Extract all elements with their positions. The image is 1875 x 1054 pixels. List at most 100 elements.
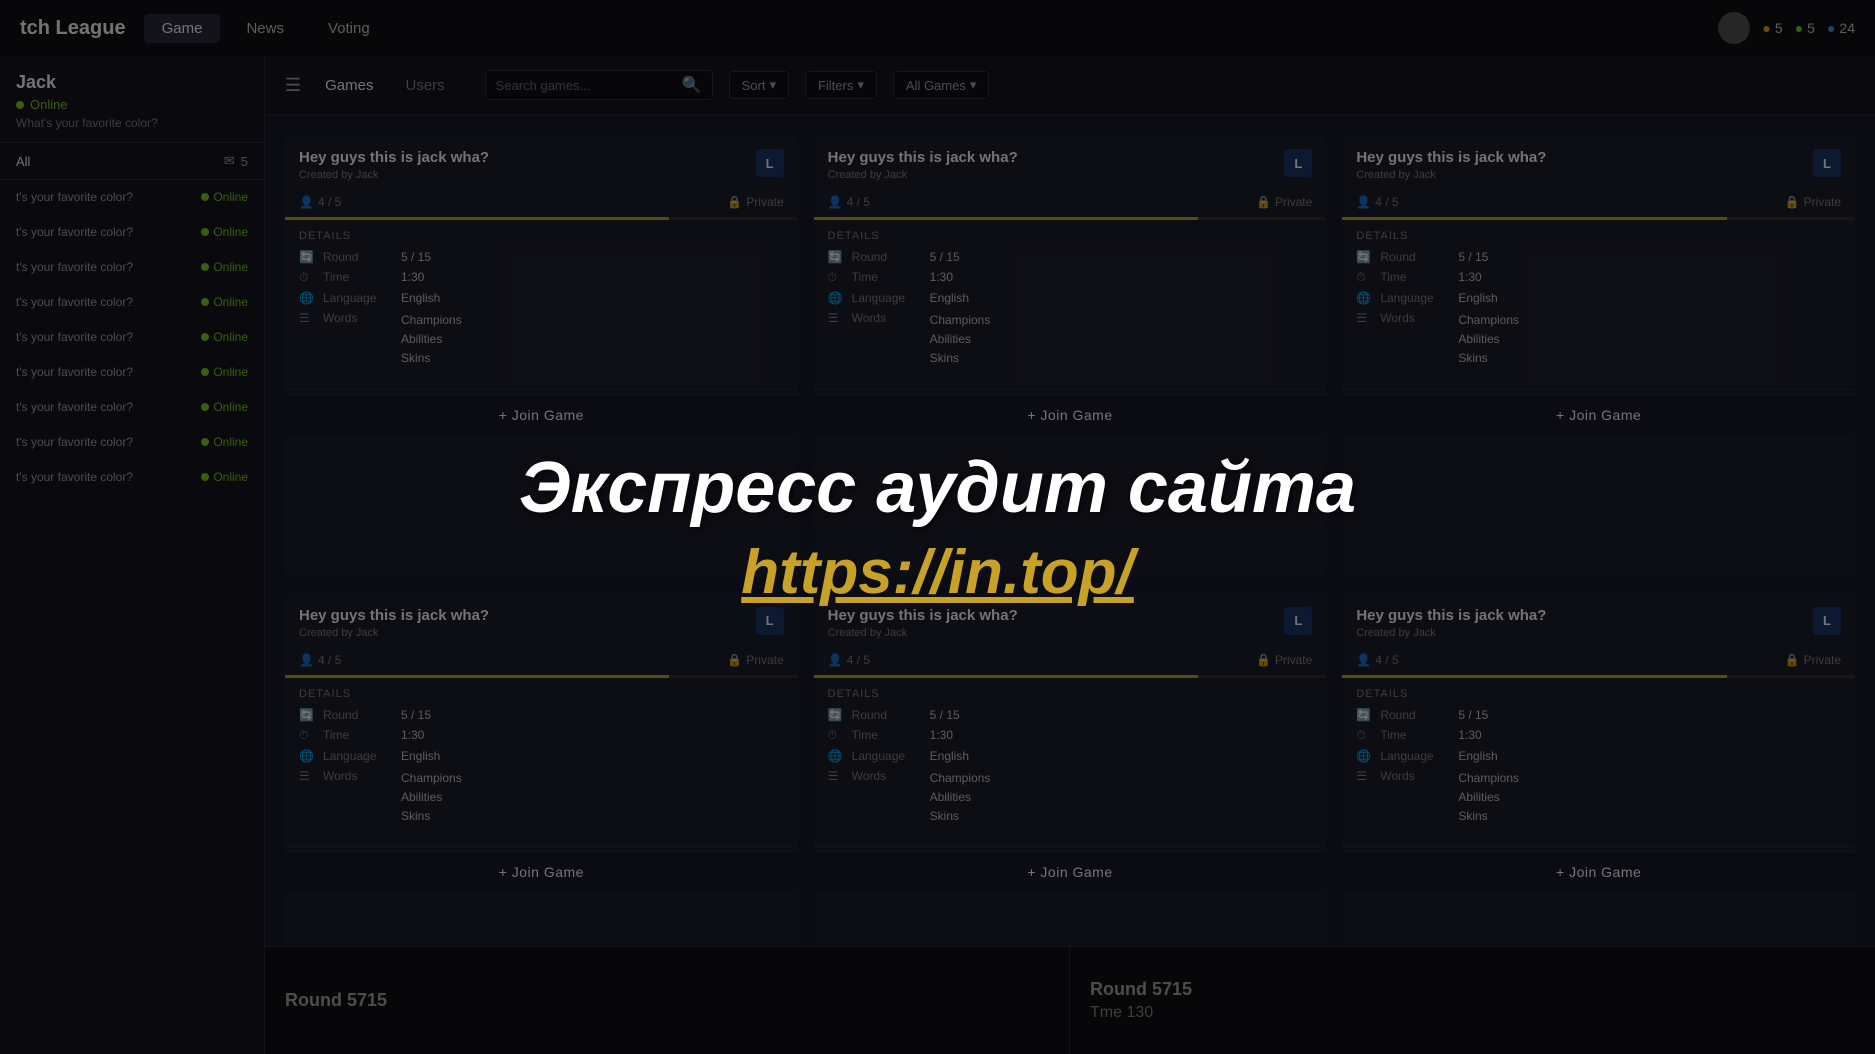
online-dot-icon bbox=[201, 368, 209, 376]
brand-name: tch League bbox=[20, 17, 126, 40]
join-game-button[interactable]: + Join Game bbox=[285, 851, 798, 892]
card-details: DETAILS 🔄 Round 5 / 15 ⏱ Time 1:30 🌐 Lan… bbox=[814, 678, 1327, 843]
lock-icon: 🔒 bbox=[1785, 653, 1800, 667]
sidebar-item-8[interactable]: t's your favorite color? Online bbox=[0, 460, 264, 495]
sidebar-item-0[interactable]: t's your favorite color? Online bbox=[0, 180, 264, 215]
stat-players: 👤 4 / 5 bbox=[1356, 653, 1398, 667]
status-label: Online bbox=[213, 225, 248, 239]
language-value: English bbox=[930, 749, 969, 763]
detail-words: ☰ Words ChampionsAbilitiesSkins bbox=[299, 769, 784, 827]
all-games-button[interactable]: All Games ▾ bbox=[893, 71, 990, 99]
detail-words: ☰ Words ChampionsAbilitiesSkins bbox=[828, 769, 1313, 827]
privacy-value: Private bbox=[746, 195, 783, 209]
sidebar-item-name: t's your favorite color? bbox=[16, 190, 133, 204]
players-value: 4 / 5 bbox=[318, 195, 341, 209]
card-creator: Created by Jack bbox=[299, 169, 489, 181]
round-value: 5 / 15 bbox=[1458, 708, 1488, 722]
sidebar-item-2[interactable]: t's your favorite color? Online bbox=[0, 250, 264, 285]
detail-language: 🌐 Language English bbox=[299, 749, 784, 763]
language-key: Language bbox=[323, 291, 393, 305]
sidebar-item-1[interactable]: t's your favorite color? Online bbox=[0, 215, 264, 250]
details-label: DETAILS bbox=[828, 688, 1313, 700]
sidebar-item-status: Online bbox=[201, 400, 248, 414]
detail-round: 🔄 Round 5 / 15 bbox=[299, 250, 784, 264]
hamburger-icon[interactable]: ☰ bbox=[285, 75, 301, 96]
join-game-button[interactable]: + Join Game bbox=[285, 394, 798, 435]
game-card-2: Hey guys this is jack wha? Created by Ja… bbox=[1342, 135, 1855, 577]
detail-words: ☰ Words ChampionsAbilitiesSkins bbox=[1356, 311, 1841, 369]
sort-button[interactable]: Sort ▾ bbox=[729, 71, 789, 99]
card-stats: 👤 4 / 5 🔒 Private bbox=[285, 189, 798, 217]
sidebar-item-status: Online bbox=[201, 365, 248, 379]
detail-round: 🔄 Round 5 / 15 bbox=[828, 708, 1313, 722]
sidebar-filter: All ✉ 5 bbox=[0, 143, 264, 180]
status-label: Online bbox=[213, 190, 248, 204]
card-stats: 👤 4 / 5 🔒 Private bbox=[285, 647, 798, 675]
online-dot-icon bbox=[201, 193, 209, 201]
filters-button[interactable]: Filters ▾ bbox=[805, 71, 877, 99]
nav-voting-button[interactable]: Voting bbox=[310, 14, 388, 43]
online-dot-icon bbox=[201, 438, 209, 446]
sidebar-item-status: Online bbox=[201, 470, 248, 484]
sidebar-item-7[interactable]: t's your favorite color? Online bbox=[0, 425, 264, 460]
time-icon: ⏱ bbox=[1356, 270, 1372, 285]
filter-all-label[interactable]: All bbox=[16, 154, 30, 169]
join-game-button[interactable]: + Join Game bbox=[1342, 851, 1855, 892]
time-value: 1:30 bbox=[1458, 270, 1481, 284]
time-value: 1:30 bbox=[1458, 728, 1481, 742]
sidebar-item-name: t's your favorite color? bbox=[16, 435, 133, 449]
card-title: Hey guys this is jack wha? bbox=[828, 607, 1018, 624]
stat-privacy: 🔒 Private bbox=[1785, 653, 1841, 667]
time-icon: ⏱ bbox=[828, 270, 844, 285]
words-value: ChampionsAbilitiesSkins bbox=[930, 769, 991, 827]
sidebar-item-4[interactable]: t's your favorite color? Online bbox=[0, 320, 264, 355]
card-details: DETAILS 🔄 Round 5 / 15 ⏱ Time 1:30 🌐 Lan… bbox=[1342, 678, 1855, 843]
allgames-chevron-icon: ▾ bbox=[970, 77, 977, 93]
badge-blue-count: 24 bbox=[1839, 20, 1855, 36]
players-icon: 👤 bbox=[299, 195, 314, 209]
sidebar-item-5[interactable]: t's your favorite color? Online bbox=[0, 355, 264, 390]
online-dot-icon bbox=[201, 263, 209, 271]
stat-privacy: 🔒 Private bbox=[727, 195, 783, 209]
tab-games[interactable]: Games bbox=[317, 73, 381, 98]
sidebar-user: Jack Online What's your favorite color? bbox=[0, 56, 264, 143]
nav-game-button[interactable]: Game bbox=[144, 14, 221, 43]
online-dot-icon bbox=[201, 333, 209, 341]
stat-players: 👤 4 / 5 bbox=[828, 653, 870, 667]
stat-privacy: 🔒 Private bbox=[1256, 653, 1312, 667]
online-dot-icon bbox=[16, 101, 24, 109]
sidebar-item-name: t's your favorite color? bbox=[16, 400, 133, 414]
nav-news-button[interactable]: News bbox=[228, 14, 302, 43]
sidebar-item-name: t's your favorite color? bbox=[16, 225, 133, 239]
detail-time: ⏱ Time 1:30 bbox=[1356, 728, 1841, 743]
language-value: English bbox=[401, 749, 440, 763]
stat-privacy: 🔒 Private bbox=[1256, 195, 1312, 209]
sidebar: Jack Online What's your favorite color? … bbox=[0, 56, 265, 1054]
status-label: Online bbox=[213, 400, 248, 414]
sidebar-item-3[interactable]: t's your favorite color? Online bbox=[0, 285, 264, 320]
search-input[interactable] bbox=[496, 78, 676, 93]
join-game-button[interactable]: + Join Game bbox=[814, 851, 1327, 892]
round-key: Round bbox=[323, 250, 393, 264]
join-game-button[interactable]: + Join Game bbox=[814, 394, 1327, 435]
card-badge: L bbox=[1813, 607, 1841, 635]
envelope-icon: ✉ bbox=[224, 153, 235, 169]
badge-green-count: 5 bbox=[1807, 20, 1815, 36]
sidebar-item-6[interactable]: t's your favorite color? Online bbox=[0, 390, 264, 425]
language-value: English bbox=[401, 291, 440, 305]
words-value: ChampionsAbilitiesSkins bbox=[401, 311, 462, 369]
time-icon: ⏱ bbox=[828, 728, 844, 743]
avatar[interactable] bbox=[1718, 12, 1750, 44]
details-label: DETAILS bbox=[1356, 688, 1841, 700]
tab-users[interactable]: Users bbox=[398, 73, 453, 98]
privacy-value: Private bbox=[1804, 653, 1841, 667]
language-icon: 🌐 bbox=[299, 291, 315, 305]
sidebar-item-status: Online bbox=[201, 435, 248, 449]
words-key: Words bbox=[323, 311, 393, 325]
time-key: Time bbox=[1380, 728, 1450, 742]
round-icon: 🔄 bbox=[1356, 708, 1372, 722]
card-title: Hey guys this is jack wha? bbox=[299, 607, 489, 624]
card-divider bbox=[1342, 389, 1855, 390]
join-game-button[interactable]: + Join Game bbox=[1342, 394, 1855, 435]
detail-language: 🌐 Language English bbox=[299, 291, 784, 305]
